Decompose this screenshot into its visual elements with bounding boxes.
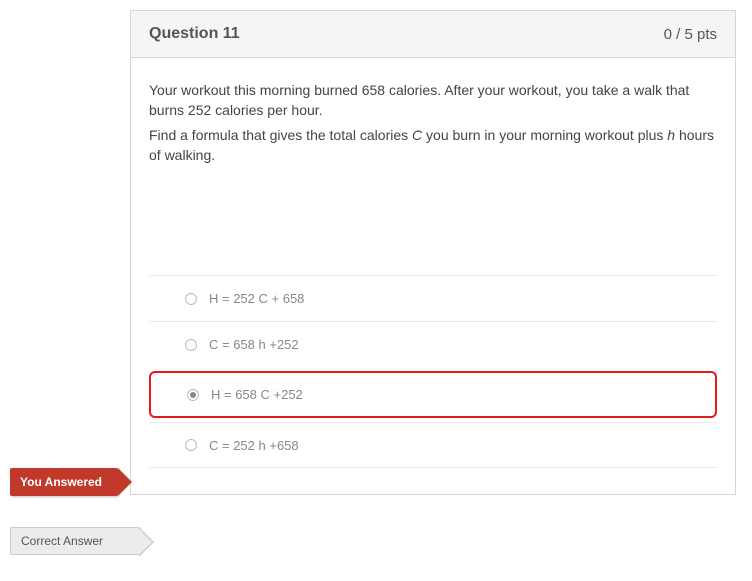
question-header: Question 11 0 / 5 pts <box>131 11 735 58</box>
flag-you-answered: You Answered <box>10 468 118 496</box>
radio-icon <box>185 439 197 451</box>
question-text-line2a: Find a formula that gives the total calo… <box>149 127 412 143</box>
flag-correct-answer-label: Correct Answer <box>21 534 103 548</box>
answer-option-3-selected[interactable]: H = 658 C +252 <box>149 371 717 418</box>
answer-text: C = 658 h +252 <box>209 337 299 352</box>
answer-text: C = 252 h +658 <box>209 438 299 453</box>
question-text-line2b: you burn in your morning workout plus <box>422 127 667 143</box>
answer-option-2[interactable]: C = 658 h +252 <box>149 321 717 367</box>
question-title: Question 11 <box>149 25 240 43</box>
question-points: 0 / 5 pts <box>664 26 717 43</box>
radio-icon <box>185 293 197 305</box>
answers-list: H = 252 C + 658 C = 658 h +252 H = 658 C… <box>149 275 717 468</box>
question-card: Question 11 0 / 5 pts Your workout this … <box>130 10 736 495</box>
answer-text: H = 658 C +252 <box>211 387 303 402</box>
radio-icon <box>185 339 197 351</box>
answer-option-4[interactable]: C = 252 h +658 <box>149 422 717 468</box>
flag-correct-answer: Correct Answer <box>10 527 140 555</box>
question-var-h: h <box>667 127 675 143</box>
answer-text: H = 252 C + 658 <box>209 291 304 306</box>
radio-icon-checked <box>187 389 199 401</box>
question-text: Your workout this morning burned 658 cal… <box>149 80 717 165</box>
question-var-c: C <box>412 127 422 143</box>
question-text-line1: Your workout this morning burned 658 cal… <box>149 82 689 118</box>
question-body: Your workout this morning burned 658 cal… <box>131 58 735 494</box>
answer-option-1[interactable]: H = 252 C + 658 <box>149 275 717 321</box>
flag-you-answered-label: You Answered <box>20 475 102 489</box>
